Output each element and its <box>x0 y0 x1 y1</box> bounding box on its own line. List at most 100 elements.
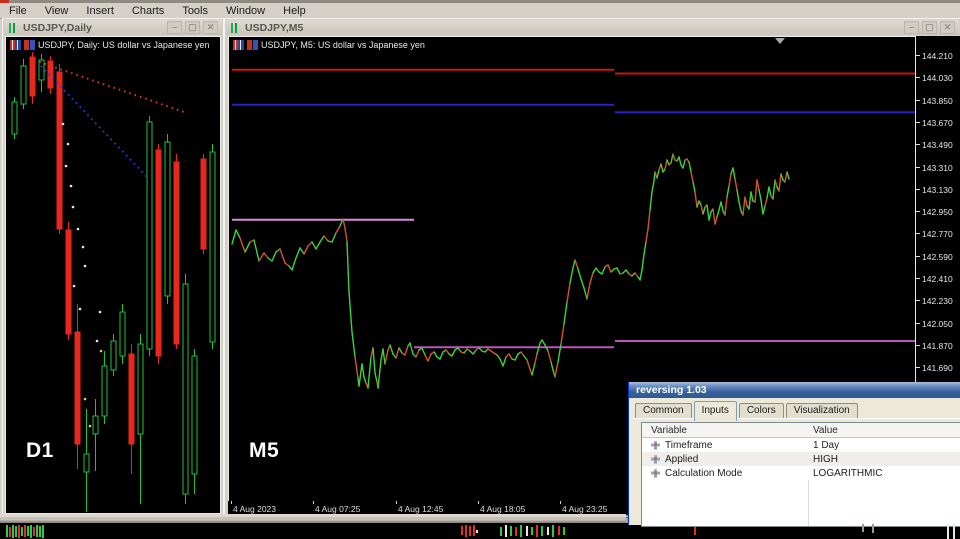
indicator-dot-white <box>98 310 102 314</box>
menu-bar: File View Insert Charts Tools Window Help <box>0 3 960 19</box>
background-candle-bar <box>473 525 475 536</box>
input-parameter-row[interactable]: Applied HIGH <box>642 452 960 466</box>
m5-price-segment <box>514 353 519 361</box>
m5-price-segment <box>784 171 788 183</box>
background-candle-bar <box>526 526 528 536</box>
daily-chart-pane[interactable]: USDJPY, Daily: US dollar vs Japanese yen… <box>5 36 221 514</box>
value-cell[interactable]: LOGARITHMIC <box>813 468 882 479</box>
m5-price-segment <box>496 354 501 360</box>
maximize-button[interactable]: ▢ <box>185 21 200 34</box>
chart-window-icon <box>229 22 241 33</box>
candle-body <box>20 65 27 105</box>
background-candle-bar <box>947 524 949 539</box>
menu-item-help[interactable]: Help <box>274 5 315 17</box>
background-candle-bar <box>953 524 955 539</box>
dialog-tab-inputs[interactable]: Inputs <box>693 401 737 421</box>
background-candle-bar <box>505 525 507 537</box>
price-tick <box>916 77 920 79</box>
value-cell[interactable]: HIGH <box>813 454 838 465</box>
variable-name: Applied <box>665 453 699 465</box>
background-candle-bar <box>563 527 565 535</box>
menu-item-tools[interactable]: Tools <box>173 5 217 17</box>
price-axis-label: 142.230 <box>922 296 953 307</box>
m5-price-segment <box>607 264 612 273</box>
inputs-table: Variable Value Timeframe 1 Day Applied HIGH Ca… <box>641 422 960 527</box>
menu-item-insert[interactable]: Insert <box>77 5 123 17</box>
m5-price-segment <box>361 363 365 378</box>
m5-price-segment <box>678 156 682 166</box>
value-cell[interactable]: 1 Day <box>813 440 839 451</box>
m5-price-segment <box>299 247 305 255</box>
dialog-tab-common[interactable]: Common <box>635 403 692 418</box>
m5-price-segment <box>547 350 552 363</box>
m5-price-segment <box>253 239 260 262</box>
minimize-button[interactable]: – <box>904 21 919 34</box>
column-header-value: Value <box>813 424 838 436</box>
m5-price-segment <box>708 211 712 221</box>
m5-price-segment <box>271 251 277 262</box>
time-axis-label: 4 Aug 07:25 <box>315 504 361 514</box>
input-parameter-row[interactable]: Calculation Mode LOGARITHMIC <box>642 466 960 480</box>
m5-price-segment <box>235 229 241 239</box>
m5-price-segment <box>744 196 748 207</box>
m5-price-segment <box>377 359 382 389</box>
m5-price-segment <box>239 237 246 253</box>
background-candle-bar <box>531 527 533 535</box>
m5-price-segment <box>323 235 329 242</box>
price-tick <box>916 322 920 324</box>
close-button[interactable]: ✕ <box>940 21 955 34</box>
m5-price-segment <box>244 241 251 253</box>
m5-price-segment <box>712 208 716 225</box>
menu-item-window[interactable]: Window <box>217 5 274 17</box>
m5-price-segment <box>427 353 432 362</box>
menu-item-view[interactable]: View <box>36 5 78 17</box>
m5-price-segment <box>382 348 386 365</box>
background-candle-bar <box>12 525 14 538</box>
m5-price-segment <box>275 248 281 253</box>
candle-body <box>155 149 162 357</box>
candle-body <box>200 158 207 250</box>
indicator-dot-white <box>69 184 73 188</box>
time-axis-label: 4 Aug 2023 <box>233 504 277 514</box>
indicator-dot-yellow <box>99 349 103 353</box>
window-titlebar-daily[interactable]: USDJPY,Daily – ▢ ✕ <box>4 20 222 35</box>
m5-price-segment <box>331 232 337 243</box>
m5-price-segment <box>319 235 325 243</box>
m5-price-segment <box>267 257 273 262</box>
price-axis-label: 142.770 <box>922 229 953 240</box>
input-parameter-row[interactable]: Timeframe 1 Day <box>642 438 960 452</box>
price-tick <box>916 55 920 56</box>
maximize-button[interactable]: ▢ <box>922 21 937 34</box>
chart-shift-marker[interactable] <box>775 38 785 44</box>
menu-item-file[interactable]: File <box>0 5 36 17</box>
time-tick <box>478 501 479 504</box>
m5-price-segment <box>384 349 389 365</box>
variable-cell: Timeframe <box>642 440 712 451</box>
m5-price-segment <box>760 199 764 215</box>
m5-price-segment <box>664 159 668 170</box>
close-button[interactable]: ✕ <box>203 21 218 34</box>
m5-price-segment <box>577 268 582 280</box>
window-titlebar-m5[interactable]: USDJPY,M5 – ▢ ✕ <box>226 20 959 35</box>
candle-body <box>56 71 63 230</box>
m5-price-segment <box>758 189 762 201</box>
candle-body <box>209 151 216 343</box>
background-candle-bar <box>500 527 502 536</box>
m5-price-segment <box>660 163 664 173</box>
m5-price-segment <box>666 159 670 166</box>
minimize-button[interactable]: – <box>167 21 182 34</box>
dialog-tab-colors[interactable]: Colors <box>738 403 784 418</box>
menu-item-charts[interactable]: Charts <box>123 5 173 17</box>
m5-price-segment <box>656 169 660 179</box>
m5-price-segment <box>445 349 450 355</box>
m5-price-segment <box>728 173 732 187</box>
m5-price-segment <box>398 347 403 354</box>
timeframe-watermark-d1: D1 <box>26 439 54 462</box>
m5-price-segment <box>754 179 758 203</box>
m5-price-segment <box>363 376 367 384</box>
indicator-properties-dialog: reversing 1.03 Common Inputs Colors Visuali… <box>628 382 960 527</box>
dialog-titlebar[interactable]: reversing 1.03 <box>629 382 960 398</box>
dialog-tab-visualization[interactable]: Visualization <box>785 403 858 418</box>
m5-price-segment <box>451 349 456 357</box>
price-axis-label: 143.310 <box>922 162 953 173</box>
